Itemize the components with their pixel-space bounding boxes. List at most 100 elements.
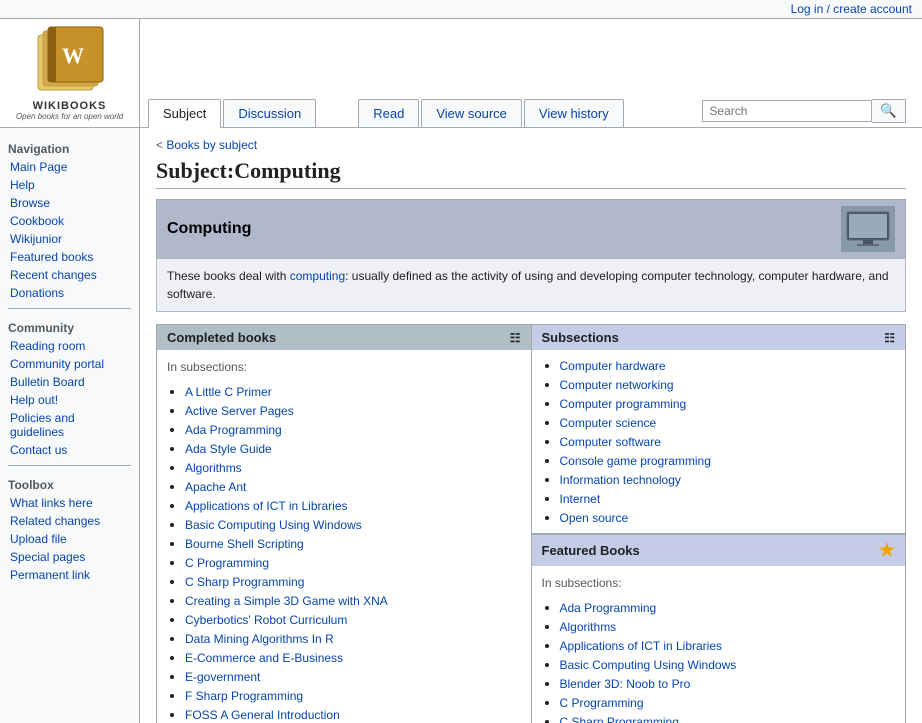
completed-books-subsections-label: In subsections: [167,356,521,378]
search-input[interactable] [702,100,872,122]
subsections-content: Computer hardware Computer networking Co… [532,350,906,534]
sidebar-item-bulletin-board[interactable]: Bulletin Board [0,373,139,391]
book-link[interactable]: E-Commerce and E-Business [185,651,343,665]
list-item: Computer programming [560,394,896,413]
featured-book-link[interactable]: Algorithms [560,620,617,634]
book-link[interactable]: Data Mining Algorithms In R [185,632,334,646]
book-link[interactable]: Ada Style Guide [185,442,272,456]
sidebar-item-help-out[interactable]: Help out! [0,391,139,409]
book-link[interactable]: Cyberbotics' Robot Curriculum [185,613,347,627]
sidebar-item-wikijunior[interactable]: Wikijunior [0,230,139,248]
subsection-link[interactable]: Internet [560,492,601,506]
sidebar-item-contact-us[interactable]: Contact us [0,441,139,459]
computing-box-title: Computing [167,220,251,238]
sidebar-item-related-changes[interactable]: Related changes [0,512,139,530]
grid-icon: ☷ [510,331,521,345]
book-link[interactable]: FOSS A General Introduction [185,708,340,722]
tab-discussion[interactable]: Discussion [223,99,316,127]
featured-book-link[interactable]: Ada Programming [560,601,657,615]
subsection-link[interactable]: Console game programming [560,454,711,468]
list-item: Applications of ICT in Libraries [560,636,896,655]
subsection-link[interactable]: Computer science [560,416,657,430]
list-item: C Sharp Programming [185,572,521,591]
computing-desc: These books deal with computing: usually… [156,258,906,312]
list-item: C Programming [560,693,896,712]
tab-view-history[interactable]: View history [524,99,624,127]
logo-title: WIKIBOOKS [33,100,107,112]
completed-books-header: Completed books ☷ [157,325,531,350]
list-item: Applications of ICT in Libraries [185,496,521,515]
book-link[interactable]: A Little C Primer [185,385,272,399]
search-button[interactable]: 🔍 [872,99,906,123]
sidebar-item-cookbook[interactable]: Cookbook [0,212,139,230]
completed-books-list: A Little C Primer Active Server Pages Ad… [167,382,521,723]
list-item: Basic Computing Using Windows [560,655,896,674]
login-link[interactable]: Log in / create account [791,2,912,16]
subsection-link[interactable]: Computer hardware [560,359,666,373]
sidebar-item-upload-file[interactable]: Upload file [0,530,139,548]
featured-book-link[interactable]: C Sharp Programming [560,715,679,723]
book-link[interactable]: Applications of ICT in Libraries [185,499,348,513]
book-link[interactable]: Bourne Shell Scripting [185,537,304,551]
subsection-link[interactable]: Computer networking [560,378,674,392]
book-link[interactable]: C Programming [185,556,269,570]
subsection-link[interactable]: Open source [560,511,629,525]
sidebar-item-recent-changes[interactable]: Recent changes [0,266,139,284]
tab-read[interactable]: Read [358,99,419,127]
list-item: Internet [560,489,896,508]
subsection-link[interactable]: Computer software [560,435,661,449]
sidebar-item-reading-room[interactable]: Reading room [0,337,139,355]
sidebar-item-browse[interactable]: Browse [0,194,139,212]
featured-book-link[interactable]: C Programming [560,696,644,710]
subsections-icon: ☷ [884,331,895,345]
book-link[interactable]: Active Server Pages [185,404,294,418]
list-item: Creating a Simple 3D Game with XNA [185,591,521,610]
book-link[interactable]: C Sharp Programming [185,575,304,589]
list-item: F Sharp Programming [185,686,521,705]
sidebar-item-donations[interactable]: Donations [0,284,139,302]
sidebar-item-permanent-link[interactable]: Permanent link [0,566,139,584]
sidebar-item-featured-books[interactable]: Featured books [0,248,139,266]
page-title: Subject:Computing [156,158,906,189]
list-item: FOSS A General Introduction [185,705,521,723]
book-link[interactable]: Basic Computing Using Windows [185,518,362,532]
computing-link[interactable]: computing [290,269,345,283]
search-bar: 🔍 [694,95,914,127]
sidebar-item-policies[interactable]: Policies and guidelines [0,409,139,441]
sidebar-item-help[interactable]: Help [0,176,139,194]
breadcrumb-link[interactable]: Books by subject [166,138,257,152]
featured-book-link[interactable]: Blender 3D: Noob to Pro [560,677,691,691]
list-item: Algorithms [185,458,521,477]
list-item: Ada Programming [185,420,521,439]
list-item: Information technology [560,470,896,489]
featured-books-header: Featured Books ★ [532,534,906,566]
subsection-link[interactable]: Information technology [560,473,681,487]
list-item: Open source [560,508,896,527]
sidebar-item-special-pages[interactable]: Special pages [0,548,139,566]
book-link[interactable]: E-government [185,670,260,684]
book-link[interactable]: F Sharp Programming [185,689,303,703]
list-item: Blender 3D: Noob to Pro [560,674,896,693]
book-link[interactable]: Ada Programming [185,423,282,437]
list-item: Computer software [560,432,896,451]
book-link[interactable]: Apache Ant [185,480,246,494]
book-link[interactable]: Creating a Simple 3D Game with XNA [185,594,388,608]
tab-subject[interactable]: Subject [148,99,221,128]
tab-view-source[interactable]: View source [421,99,522,127]
breadcrumb: < Books by subject [156,138,906,152]
subsection-link[interactable]: Computer programming [560,397,687,411]
sidebar-item-community-portal[interactable]: Community portal [0,355,139,373]
list-item: Active Server Pages [185,401,521,420]
sidebar-item-main-page[interactable]: Main Page [0,158,139,176]
community-section-title: Community [0,315,139,337]
subsections-header: Subsections ☷ [532,325,906,350]
book-link[interactable]: Algorithms [185,461,242,475]
nav-section-title: Navigation [0,136,139,158]
computing-box: Computing [156,199,906,258]
logo-subtitle: Open books for an open world [16,112,123,121]
list-item: Console game programming [560,451,896,470]
sidebar-item-what-links[interactable]: What links here [0,494,139,512]
star-icon: ★ [879,540,895,561]
featured-book-link[interactable]: Applications of ICT in Libraries [560,639,723,653]
list-item: A Little C Primer [185,382,521,401]
